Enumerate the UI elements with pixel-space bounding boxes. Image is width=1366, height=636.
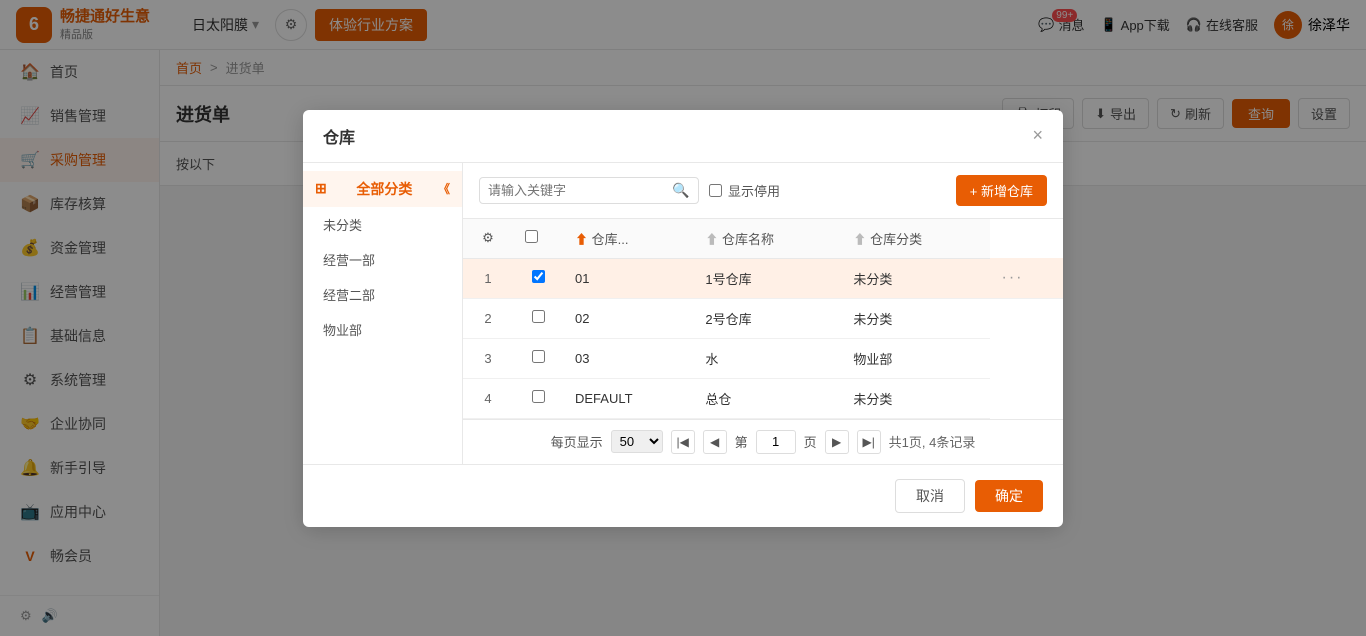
row-name: 2号仓库 [693, 298, 841, 338]
add-warehouse-button[interactable]: + 新增仓库 [956, 175, 1047, 206]
row-code: 03 [563, 338, 693, 378]
search-box: 🔍 [479, 177, 699, 204]
show-disabled-checkbox[interactable] [709, 184, 722, 197]
row-name: 总仓 [693, 378, 841, 418]
cat-grid-icon: ⊞ [315, 180, 327, 197]
search-input[interactable] [488, 183, 668, 198]
sort-icon2: ⬆ [705, 232, 718, 247]
page-suffix: 页 [804, 432, 817, 451]
per-page-select[interactable]: 50 100 [611, 430, 663, 453]
table-header-row: ⚙ ⬆ 仓库... ⬆ 仓库名称 [463, 219, 1063, 259]
warehouse-modal: 仓库 × ⊞ 全部分类 《 未分类 经营一部 经营二部 [303, 110, 1063, 527]
row-actions[interactable]: ··· [990, 258, 1064, 298]
cat-all-text: 全部分类 [356, 179, 412, 199]
confirm-button[interactable]: 确定 [975, 480, 1043, 512]
col-gear: ⚙ [463, 219, 513, 259]
table-row[interactable]: 4 DEFAULT 总仓 未分类 [463, 378, 1063, 418]
modal-overlay: 仓库 × ⊞ 全部分类 《 未分类 经营一部 经营二部 [0, 0, 1366, 636]
show-disabled-label: 显示停用 [709, 181, 780, 200]
row-num: 1 [463, 258, 513, 298]
prev-page-btn[interactable]: ◀ [703, 430, 727, 454]
warehouse-table: ⚙ ⬆ 仓库... ⬆ 仓库名称 [463, 219, 1063, 419]
cancel-button[interactable]: 取消 [895, 479, 965, 513]
table-row[interactable]: 1 01 1号仓库 未分类 ··· [463, 258, 1063, 298]
cat-item-ops2[interactable]: 经营二部 [303, 277, 462, 312]
modal-header: 仓库 × [303, 110, 1063, 163]
col-name: ⬆ 仓库名称 [693, 219, 841, 259]
category-sidebar: ⊞ 全部分类 《 未分类 经营一部 经营二部 物业部 [303, 163, 463, 464]
row-category: 未分类 [841, 378, 989, 418]
row-category: 物业部 [841, 338, 989, 378]
col-checkbox [513, 219, 563, 259]
row-checkbox[interactable] [513, 338, 563, 378]
first-page-btn[interactable]: |◀ [671, 430, 695, 454]
last-page-btn[interactable]: ▶| [857, 430, 881, 454]
row-name: 1号仓库 [693, 258, 841, 298]
col-code: ⬆ 仓库... [563, 219, 693, 259]
cat-item-ops1[interactable]: 经营一部 [303, 242, 462, 277]
select-all-checkbox[interactable] [525, 230, 538, 243]
modal-close-button[interactable]: × [1032, 125, 1043, 146]
row-checkbox[interactable] [513, 298, 563, 338]
table-row[interactable]: 3 03 水 物业部 [463, 338, 1063, 378]
row-num: 4 [463, 378, 513, 418]
modal-main-panel: 🔍 显示停用 + 新增仓库 ⚙ [463, 163, 1063, 464]
total-info: 共1页, 4条记录 [889, 432, 976, 451]
search-icon: 🔍 [672, 182, 689, 199]
next-page-btn[interactable]: ▶ [825, 430, 849, 454]
search-toolbar: 🔍 显示停用 + 新增仓库 [463, 163, 1063, 219]
modal-footer: 取消 确定 [303, 464, 1063, 527]
per-page-label: 每页显示 [551, 432, 603, 451]
row-code: 02 [563, 298, 693, 338]
row-checkbox[interactable] [513, 258, 563, 298]
col-category: ⬆ 仓库分类 [841, 219, 989, 259]
row-category: 未分类 [841, 258, 989, 298]
page-label: 第 [735, 432, 748, 451]
sort-icon: ⬆ [575, 232, 588, 247]
modal-title: 仓库 [323, 124, 355, 148]
row-num: 3 [463, 338, 513, 378]
cat-item-unclassified[interactable]: 未分类 [303, 207, 462, 242]
page-input[interactable]: 1 [756, 430, 796, 454]
cat-collapse-icon[interactable]: 《 [438, 180, 450, 197]
cat-all-label[interactable]: ⊞ 全部分类 《 [303, 171, 462, 207]
row-name: 水 [693, 338, 841, 378]
row-checkbox[interactable] [513, 378, 563, 418]
pagination: 每页显示 50 100 |◀ ◀ 第 1 页 ▶ ▶| 共1页, 4条记录 [463, 419, 1063, 464]
sort-icon3: ⬆ [853, 232, 866, 247]
row-code: DEFAULT [563, 378, 693, 418]
row-code: 01 [563, 258, 693, 298]
row-num: 2 [463, 298, 513, 338]
cat-item-property[interactable]: 物业部 [303, 312, 462, 347]
modal-body: ⊞ 全部分类 《 未分类 经营一部 经营二部 物业部 [303, 163, 1063, 464]
table-row[interactable]: 2 02 2号仓库 未分类 [463, 298, 1063, 338]
row-category: 未分类 [841, 298, 989, 338]
